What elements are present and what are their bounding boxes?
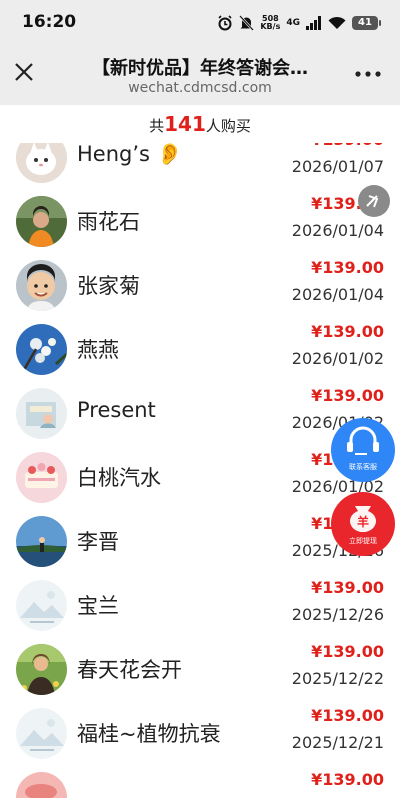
back-icon [366,195,379,208]
battery-icon: 41 [352,16,381,30]
network-speed: 508 KB/s [260,14,281,31]
buyer-price: ¥139.00 [311,386,384,405]
buyer-name: Heng’s 👂 [77,142,183,166]
buyer-name: 燕燕 [77,338,119,362]
buyer-date: 2025/12/26 [291,605,384,624]
page-title: 【新时优品】年终答谢会… [92,58,308,79]
customer-service-label: 联系客服 [349,463,377,471]
buyer-price: ¥139.00 [311,322,384,341]
buyer-price: ¥139.00 [311,578,384,597]
avatar [16,196,67,247]
count-suffix: 人购买 [205,117,251,135]
buyer-price: ¥139.00 [311,770,384,789]
list-item[interactable]: 燕燕 ¥139.00 2026/01/02 [0,318,400,382]
customer-service-button[interactable]: 联系客服 [331,418,395,482]
avatar [16,580,67,631]
mute-bell-icon [239,15,255,31]
buyer-name: 宝兰 [77,594,119,618]
buyer-name: Present [77,398,156,422]
buyer-date: 2026/01/07 [291,157,384,176]
list-item[interactable]: 春天花会开 ¥139.00 2025/12/22 [0,638,400,702]
money-bag-glyph: 羊 [357,514,369,529]
list-item[interactable]: ¥139.00 [0,766,400,798]
buyer-date: 2026/01/04 [291,221,384,240]
buyer-date: 2026/01/02 [291,349,384,368]
back-top-button[interactable] [358,185,390,217]
status-bar: 16:20 508 KB/s 4G 41 [0,0,400,46]
avatar [16,644,67,695]
avatar [16,260,67,311]
status-icons: 508 KB/s 4G 41 [217,12,381,34]
headset-icon [347,426,379,455]
list-item[interactable]: 宝兰 ¥139.00 2025/12/26 [0,574,400,638]
network-type: 4G [286,18,300,28]
buyer-date: 2025/12/22 [291,669,384,688]
avatar [16,452,67,503]
page-domain: wechat.cdmcsd.com [128,80,272,96]
withdraw-label: 立即提现 [349,537,377,545]
buyer-count: 共141人购买 [0,105,400,143]
wifi-icon [328,16,346,29]
avatar [16,772,67,798]
buyer-name: 春天花会开 [77,658,182,682]
count-prefix: 共 [149,117,165,135]
nav-bar: 【新时优品】年终答谢会… wechat.cdmcsd.com [0,46,400,105]
avatar [16,324,67,375]
buyer-date: 2025/12/21 [291,733,384,752]
list-item[interactable]: 张家菊 ¥139.00 2026/01/04 [0,254,400,318]
close-icon[interactable] [10,58,38,86]
buyer-name: 白桃汽水 [77,466,161,490]
avatar [16,388,67,439]
buyer-price: ¥139.00 [311,642,384,661]
alarm-icon [218,15,232,31]
buyer-price: ¥139.00 [311,258,384,277]
list-item[interactable]: 福桂~植物抗衰 ¥139.00 2025/12/21 [0,702,400,766]
buyer-name: 雨花石 [77,210,140,234]
avatar [16,708,67,759]
count-number: 141 [164,112,206,136]
money-bag-icon: 羊 [350,506,376,533]
buyer-name: 福桂~植物抗衰 [77,722,221,746]
withdraw-button[interactable]: 羊 立即提现 [331,492,395,556]
list-item[interactable]: 雨花石 ¥139.00 2026/01/04 [0,190,400,254]
avatar [16,516,67,567]
buyer-price: ¥139.00 [311,706,384,725]
buyer-date: 2026/01/04 [291,285,384,304]
buyer-name: 李晋 [77,530,119,554]
buyer-name: 张家菊 [77,274,140,298]
signal-icon [306,16,321,30]
status-time: 16:20 [22,12,77,32]
more-icon[interactable] [352,64,384,84]
